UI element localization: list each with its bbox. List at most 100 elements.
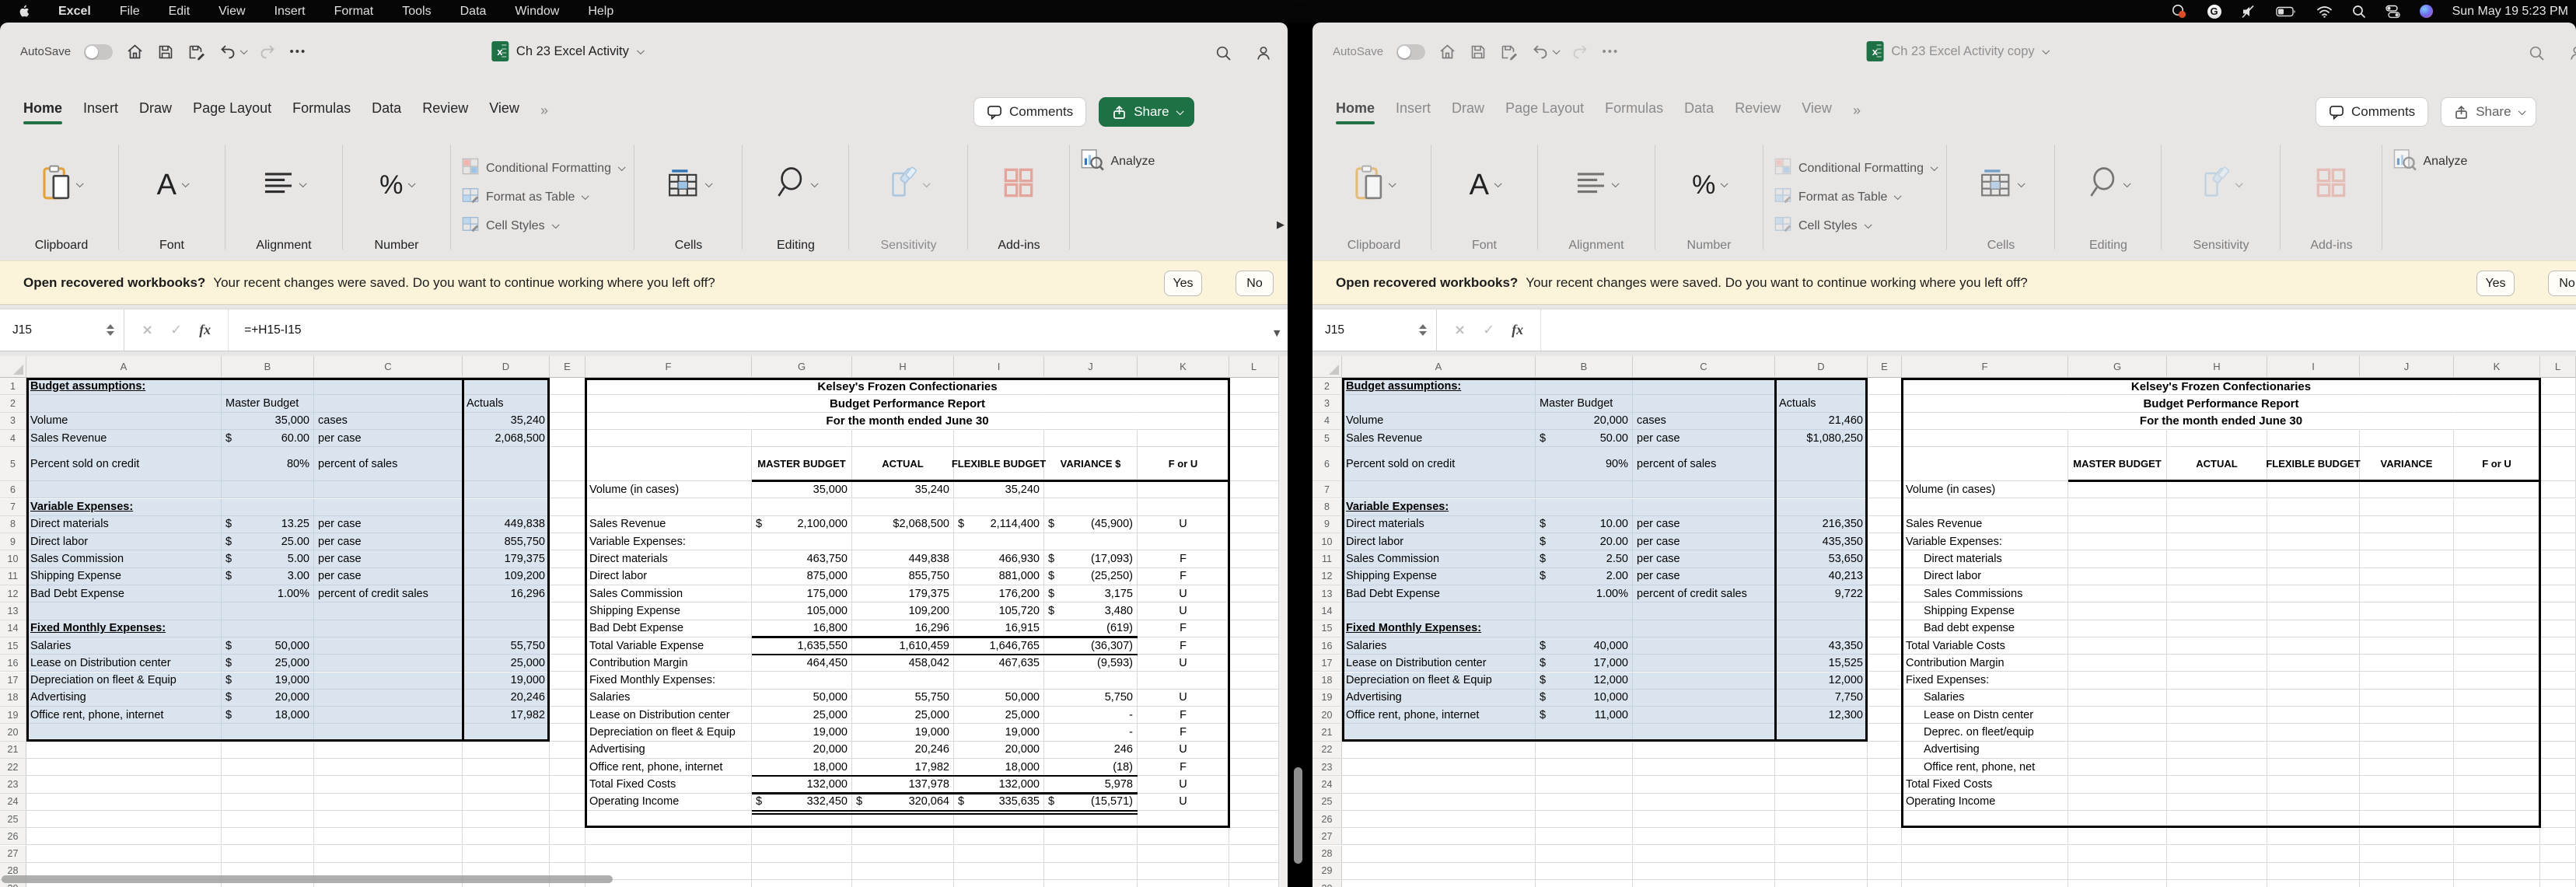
cell[interactable] xyxy=(1775,776,1868,793)
cell[interactable] xyxy=(1229,516,1279,533)
cell[interactable] xyxy=(1229,413,1279,430)
cell[interactable]: 435,350 xyxy=(1775,533,1868,550)
tab-review[interactable]: Review xyxy=(1735,100,1781,121)
cell[interactable]: $332,450 xyxy=(752,794,852,811)
cell[interactable] xyxy=(1775,378,1868,395)
cell[interactable] xyxy=(2454,846,2540,863)
cell[interactable] xyxy=(2360,863,2454,880)
cell[interactable] xyxy=(2360,585,2454,602)
cell[interactable] xyxy=(1229,568,1279,585)
cell[interactable] xyxy=(2540,378,2576,395)
redo-icon[interactable] xyxy=(259,43,277,61)
cell[interactable] xyxy=(550,759,585,776)
cell[interactable]: Shipping Expense xyxy=(26,568,222,585)
cell[interactable]: Volume xyxy=(1342,413,1536,430)
cell[interactable]: Lease on Distribution center xyxy=(585,707,752,724)
cell[interactable]: Sales Commission xyxy=(585,585,752,602)
row-header[interactable]: 19 xyxy=(1312,690,1342,707)
cell[interactable] xyxy=(2068,759,2167,776)
document-title[interactable]: Ch 23 Excel Activity copy xyxy=(1891,44,2034,59)
cell[interactable] xyxy=(1138,672,1229,690)
cell[interactable] xyxy=(550,846,585,863)
cell[interactable]: per case xyxy=(314,430,463,447)
cell[interactable] xyxy=(1868,430,1902,447)
cell[interactable] xyxy=(222,811,314,828)
cell[interactable] xyxy=(752,672,852,690)
cell[interactable]: 20,246 xyxy=(852,742,954,759)
cell[interactable] xyxy=(1229,794,1279,811)
cell[interactable]: $2.50 xyxy=(1536,550,1633,567)
cell[interactable] xyxy=(222,846,314,863)
cell[interactable] xyxy=(463,846,550,863)
cell[interactable] xyxy=(752,533,852,550)
cell[interactable]: $18,000 xyxy=(222,707,314,724)
cell[interactable] xyxy=(752,811,852,828)
cell[interactable] xyxy=(2068,811,2167,828)
cell[interactable]: 16,915 xyxy=(954,620,1044,637)
home-icon[interactable] xyxy=(1438,43,1456,61)
clipboard-group[interactable]: Clipboard xyxy=(5,134,118,260)
cell[interactable] xyxy=(550,707,585,724)
cell[interactable] xyxy=(2167,724,2267,741)
cell[interactable] xyxy=(2360,516,2454,533)
cell[interactable] xyxy=(550,568,585,585)
cell[interactable]: 50,000 xyxy=(954,690,1044,707)
font-group[interactable]: A Font xyxy=(119,134,225,260)
row-header[interactable]: 29 xyxy=(1312,863,1342,880)
search-icon[interactable] xyxy=(1215,45,1232,65)
cell[interactable] xyxy=(314,602,463,620)
cell[interactable]: per case xyxy=(314,516,463,533)
cell[interactable] xyxy=(2454,672,2540,690)
select-all-corner[interactable] xyxy=(1312,356,1342,378)
no-button[interactable]: No xyxy=(2548,271,2576,296)
cell[interactable] xyxy=(2167,430,2267,447)
cell[interactable] xyxy=(1342,811,1536,828)
cell[interactable]: per case xyxy=(1633,430,1775,447)
add-ins-group[interactable]: Add-ins xyxy=(968,134,1069,260)
cell[interactable] xyxy=(550,655,585,672)
cell[interactable] xyxy=(1229,690,1279,707)
cell[interactable] xyxy=(1229,742,1279,759)
menu-item-help[interactable]: Help xyxy=(588,5,613,19)
undo-chevron-icon[interactable] xyxy=(1553,47,1560,54)
cell[interactable] xyxy=(314,481,463,498)
cell[interactable]: Operating Income xyxy=(585,794,752,811)
cell[interactable] xyxy=(2167,880,2267,887)
cell[interactable] xyxy=(2068,620,2167,637)
cell[interactable] xyxy=(1342,759,1536,776)
cell[interactable] xyxy=(954,672,1044,690)
row-header[interactable]: 17 xyxy=(1312,655,1342,672)
cell[interactable] xyxy=(1902,811,2068,828)
cell[interactable] xyxy=(1633,759,1775,776)
cell[interactable] xyxy=(752,863,852,880)
cell[interactable] xyxy=(222,794,314,811)
cell[interactable] xyxy=(314,707,463,724)
cell[interactable]: 855,750 xyxy=(852,568,954,585)
cell[interactable]: 137,978 xyxy=(852,776,954,793)
row-header[interactable]: 15 xyxy=(0,637,26,655)
cell[interactable] xyxy=(2454,690,2540,707)
cell[interactable] xyxy=(2360,846,2454,863)
formula-input[interactable]: =+H15-I15 xyxy=(244,323,301,337)
cell[interactable]: ACTUAL xyxy=(2167,447,2267,481)
cell[interactable]: $(45,900) xyxy=(1044,516,1138,533)
title-chevron-icon[interactable] xyxy=(2043,47,2050,54)
cell[interactable]: F xyxy=(1138,568,1229,585)
cell[interactable] xyxy=(463,481,550,498)
cell[interactable] xyxy=(314,499,463,516)
cell[interactable] xyxy=(1536,378,1633,395)
cell[interactable] xyxy=(2454,637,2540,655)
cell[interactable]: 35,240 xyxy=(463,413,550,430)
cell[interactable]: Sales Commission xyxy=(1342,550,1536,567)
cell[interactable] xyxy=(954,430,1044,447)
cell[interactable] xyxy=(2068,430,2167,447)
cell[interactable]: 5,978 xyxy=(1044,776,1138,793)
cell[interactable] xyxy=(1044,481,1138,498)
column-header[interactable]: I xyxy=(2267,356,2360,378)
number-group[interactable]: % Number xyxy=(1655,134,1763,260)
cell[interactable] xyxy=(585,846,752,863)
comments-button[interactable]: Comments xyxy=(2316,97,2428,127)
row-header[interactable]: 14 xyxy=(1312,602,1342,620)
cell[interactable] xyxy=(2167,655,2267,672)
cell[interactable] xyxy=(550,742,585,759)
